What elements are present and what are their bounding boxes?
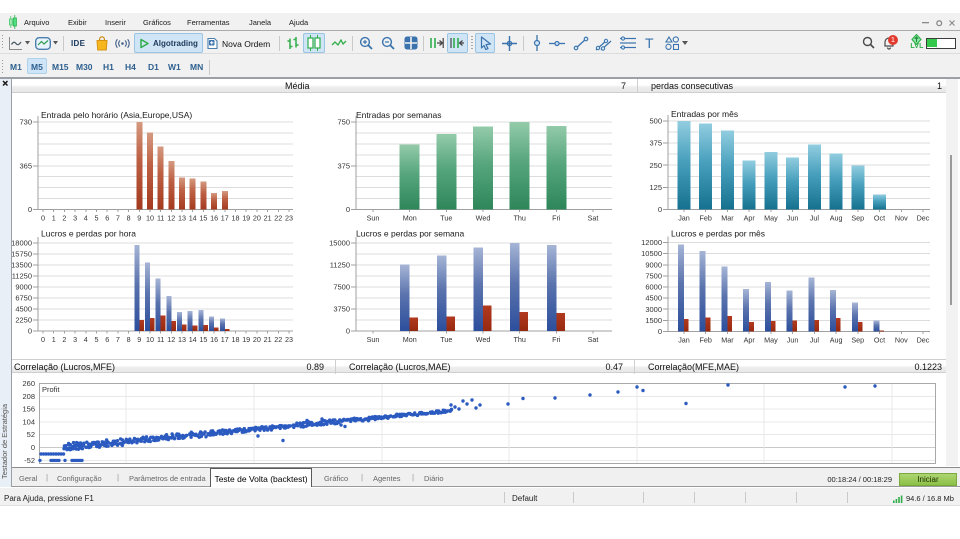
svg-text:Feb: Feb	[700, 336, 712, 345]
svg-text:1500: 1500	[645, 316, 662, 325]
svg-text:Jan: Jan	[678, 336, 690, 345]
svg-text:Dec: Dec	[917, 336, 930, 345]
svg-text:Oct: Oct	[874, 214, 885, 223]
svg-text:Nov: Nov	[895, 214, 908, 223]
svg-text:10500: 10500	[641, 249, 662, 258]
svg-text:500: 500	[649, 117, 662, 126]
svg-text:0: 0	[658, 327, 662, 336]
svg-text:-52: -52	[24, 456, 35, 465]
svg-text:Profit: Profit	[42, 385, 60, 394]
svg-text:Jul: Jul	[810, 214, 820, 223]
svg-text:250: 250	[649, 161, 662, 170]
svg-text:Nov: Nov	[895, 336, 908, 345]
svg-text:52: 52	[27, 430, 35, 439]
svg-text:Entradas por mês: Entradas por mês	[671, 109, 738, 119]
svg-text:Apr: Apr	[744, 214, 756, 223]
svg-text:Sep: Sep	[851, 214, 864, 223]
svg-text:Aug: Aug	[830, 336, 843, 345]
svg-text:0: 0	[658, 205, 662, 214]
svg-text:May: May	[764, 214, 778, 223]
svg-text:4500: 4500	[645, 294, 662, 303]
svg-text:260: 260	[22, 379, 35, 388]
svg-text:May: May	[764, 336, 778, 345]
svg-text:Dec: Dec	[917, 214, 930, 223]
svg-text:Apr: Apr	[744, 336, 756, 345]
svg-text:Feb: Feb	[700, 214, 712, 223]
svg-text:Aug: Aug	[830, 214, 843, 223]
svg-text:Oct: Oct	[874, 336, 885, 345]
svg-text:Mar: Mar	[721, 336, 734, 345]
svg-text:6000: 6000	[645, 283, 662, 292]
svg-text:12000: 12000	[641, 238, 662, 247]
svg-text:0: 0	[31, 443, 35, 452]
svg-text:Jul: Jul	[810, 336, 820, 345]
svg-text:208: 208	[22, 392, 35, 401]
svg-text:3000: 3000	[645, 305, 662, 314]
svg-text:156: 156	[22, 405, 35, 414]
svg-text:7500: 7500	[645, 271, 662, 280]
svg-text:Lucros e perdas por mês: Lucros e perdas por mês	[671, 229, 765, 239]
svg-text:Jan: Jan	[678, 214, 690, 223]
svg-text:Mar: Mar	[721, 214, 734, 223]
svg-text:Sep: Sep	[851, 336, 864, 345]
svg-text:Jun: Jun	[787, 214, 799, 223]
svg-text:Jun: Jun	[787, 336, 799, 345]
svg-text:125: 125	[649, 183, 662, 192]
svg-text:375: 375	[649, 139, 662, 148]
svg-text:104: 104	[22, 417, 35, 426]
svg-text:9000: 9000	[645, 260, 662, 269]
